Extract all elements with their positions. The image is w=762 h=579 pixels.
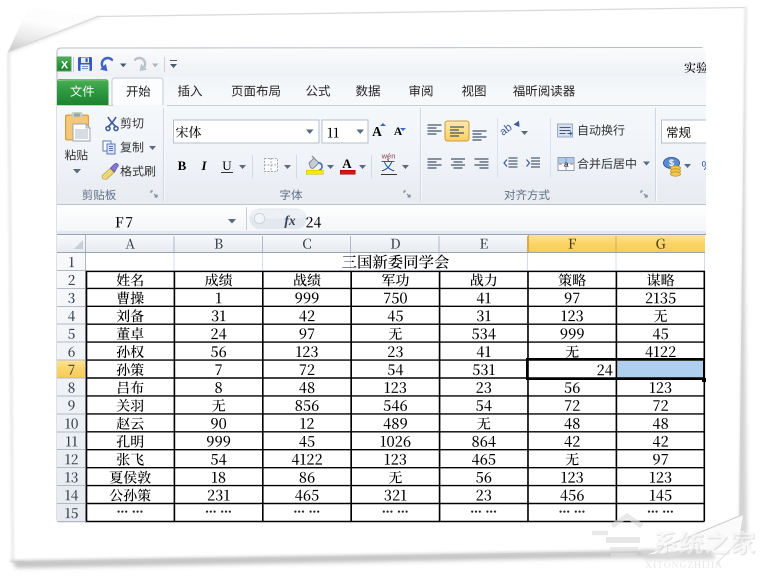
svg-text:I: I <box>200 158 207 173</box>
svg-text:A: A <box>372 124 382 139</box>
svg-text:A: A <box>394 126 403 138</box>
svg-text:A: A <box>342 156 352 171</box>
svg-text:a: a <box>564 159 569 169</box>
svg-text:U: U <box>222 158 232 173</box>
svg-text:wén: wén <box>381 152 396 161</box>
svg-text:fx: fx <box>284 213 295 228</box>
svg-text:B: B <box>178 158 187 173</box>
svg-text:XITONGZHIJIA: XITONGZHIJIA <box>645 561 723 571</box>
svg-text:X: X <box>61 60 69 72</box>
